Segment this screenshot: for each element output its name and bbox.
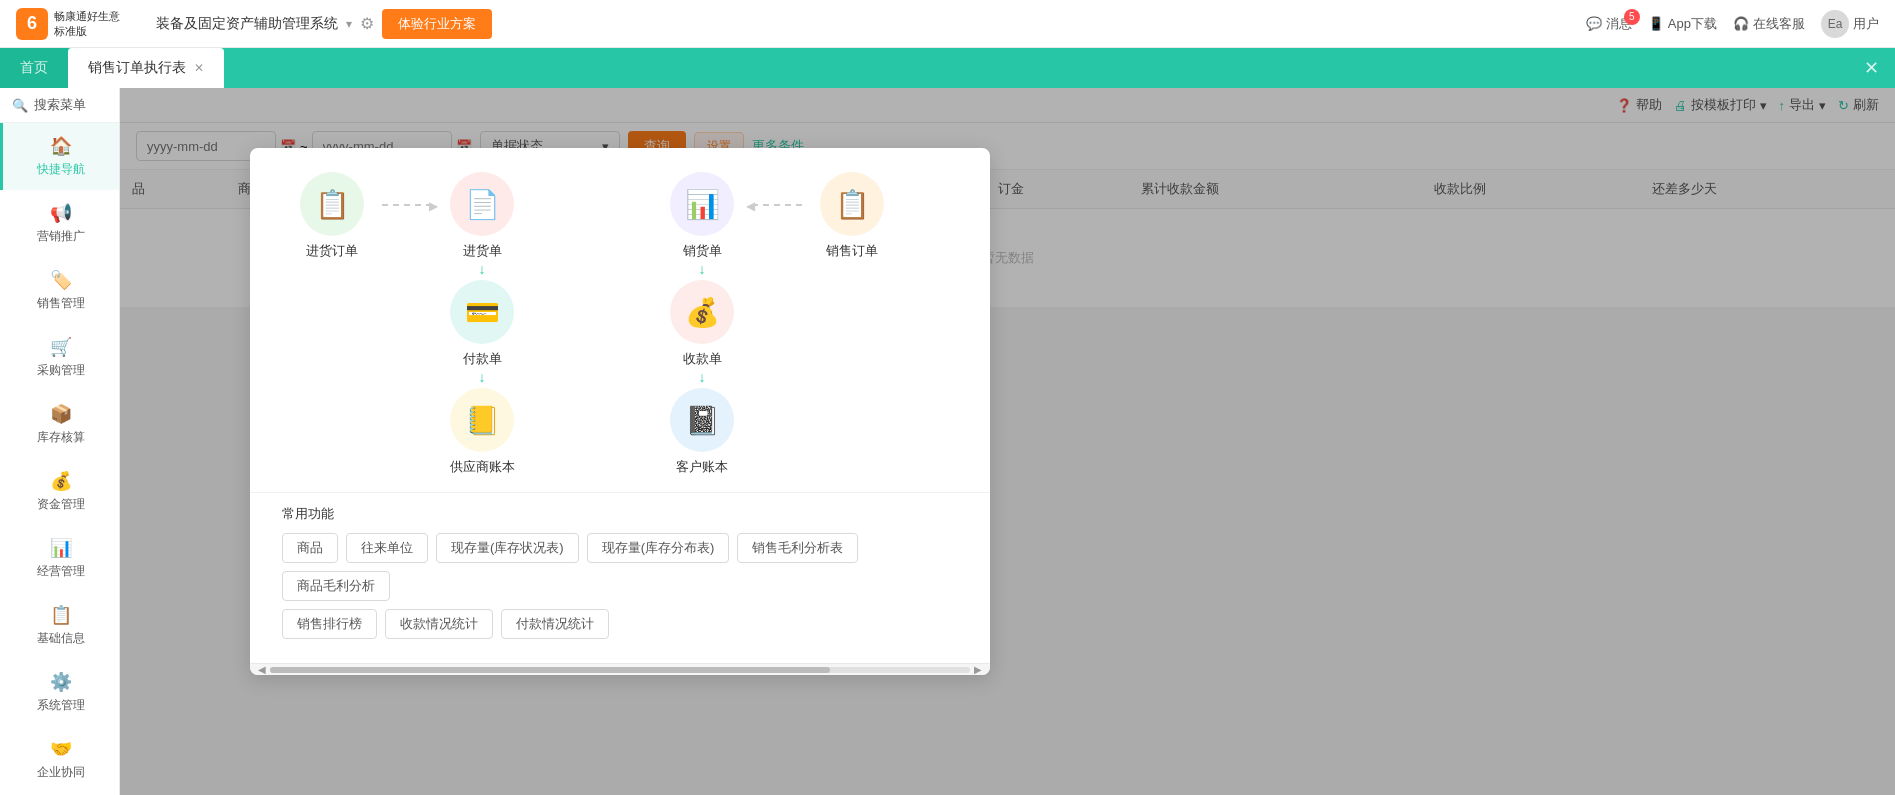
system-title-area: 装备及固定资产辅助管理系统 ▾ ⚙ 体验行业方案 xyxy=(156,9,1586,39)
flow-node-customer-ledger[interactable]: 📓 客户账本 xyxy=(652,388,752,476)
flow-node-purchase-order[interactable]: 📋 进货订单 xyxy=(282,172,382,260)
headset-icon: 🎧 xyxy=(1733,16,1749,31)
sidebar-item-sales[interactable]: 🏷️ 销售管理 xyxy=(0,257,119,324)
receipt-bill-icon: 💰 xyxy=(670,280,734,344)
inventory-icon: 📦 xyxy=(50,403,72,425)
flow-node-purchase-bill[interactable]: 📄 进货单 xyxy=(432,172,532,260)
system-icon: ⚙️ xyxy=(50,671,72,693)
func-buttons-row1: 商品 往来单位 现存量(库存状况表) 现存量(库存分布表) 销售毛利分析表 商品… xyxy=(282,533,958,601)
popup-card: 📋 进货订单 ▶ 📄 进货单 xyxy=(250,148,990,675)
payment-bill-icon: 💳 xyxy=(450,280,514,344)
sidebar-item-system[interactable]: ⚙️ 系统管理 xyxy=(0,659,119,726)
flow-section: 📋 进货订单 ▶ 📄 进货单 xyxy=(250,148,990,492)
sidebar: 🔍 搜索菜单 🏠 快捷导航 📢 营销推广 🏷️ 销售管理 🛒 采购管理 📦 库存… xyxy=(0,88,120,795)
scrollbar-thumb xyxy=(270,667,830,673)
finance-icon: 💰 xyxy=(50,470,72,492)
logo-text: 畅康通好生意 标准版 xyxy=(54,9,120,38)
common-functions-section: 常用功能 商品 往来单位 现存量(库存状况表) 现存量(库存分布表) 销售毛利分… xyxy=(250,492,990,663)
message-badge: 5 xyxy=(1624,9,1640,25)
func-btn-sales-ranking[interactable]: 销售排行榜 xyxy=(282,609,377,639)
tab-bar: 首页 销售订单执行表 ✕ ✕ xyxy=(0,48,1895,88)
supplier-ledger-icon: 📒 xyxy=(450,388,514,452)
main-layout: 🔍 搜索菜单 🏠 快捷导航 📢 营销推广 🏷️ 销售管理 🛒 采购管理 📦 库存… xyxy=(0,88,1895,795)
purchase-bill-icon: 📄 xyxy=(450,172,514,236)
flow-node-sales-order[interactable]: 📋 销售订单 xyxy=(802,172,902,260)
func-btn-counterparty[interactable]: 往来单位 xyxy=(346,533,428,563)
flow-node-supplier-ledger[interactable]: 📒 供应商账本 xyxy=(432,388,532,476)
system-title-text: 装备及固定资产辅助管理系统 xyxy=(156,15,338,33)
sidebar-item-enterprise[interactable]: 🤝 企业协同 xyxy=(0,726,119,793)
sidebar-item-marketing[interactable]: 📢 营销推广 xyxy=(0,190,119,257)
func-buttons-row2: 销售排行榜 收款情况统计 付款情况统计 xyxy=(282,609,958,639)
operations-icon: 📊 xyxy=(50,537,72,559)
sales-bill-icon: 📊 xyxy=(670,172,734,236)
func-btn-receipt-stats[interactable]: 收款情况统计 xyxy=(385,609,493,639)
experience-button[interactable]: 体验行业方案 xyxy=(382,9,492,39)
sales-order-icon: 📋 xyxy=(820,172,884,236)
customer-ledger-icon: 📓 xyxy=(670,388,734,452)
arrow-purchase-to-payment: ↓ xyxy=(479,262,486,276)
func-btn-inventory-status[interactable]: 现存量(库存状况表) xyxy=(436,533,579,563)
func-btn-goods[interactable]: 商品 xyxy=(282,533,338,563)
system-settings-icon[interactable]: ⚙ xyxy=(360,14,374,33)
message-button[interactable]: 💬 消息 5 xyxy=(1586,15,1632,33)
marketing-icon: 📢 xyxy=(50,202,72,224)
sidebar-item-operations[interactable]: 📊 经营管理 xyxy=(0,525,119,592)
purchase-order-icon: 📋 xyxy=(300,172,364,236)
basic-info-icon: 📋 xyxy=(50,604,72,626)
purchase-icon: 🛒 xyxy=(50,336,72,358)
content-area: ❓ 帮助 🖨 按模板打印 ▾ ↑ 导出 ▾ ↻ 刷新 📅 xyxy=(120,88,1895,795)
sales-icon: 🏷️ xyxy=(50,269,72,291)
tab-sales-order[interactable]: 销售订单执行表 ✕ xyxy=(68,48,224,88)
header-right: 💬 消息 5 📱 App下载 🎧 在线客服 Ea 用户 xyxy=(1586,10,1879,38)
func-btn-payment-stats[interactable]: 付款情况统计 xyxy=(501,609,609,639)
system-dropdown-arrow[interactable]: ▾ xyxy=(346,17,352,31)
func-btn-inventory-dist[interactable]: 现存量(库存分布表) xyxy=(587,533,730,563)
tab-home[interactable]: 首页 xyxy=(0,48,68,88)
logo-icon: 6 xyxy=(16,8,48,40)
user-menu[interactable]: Ea 用户 xyxy=(1821,10,1879,38)
func-btn-goods-profit[interactable]: 商品毛利分析 xyxy=(282,571,390,601)
arrow-receipt-to-customer: ↓ xyxy=(699,370,706,384)
enterprise-icon: 🤝 xyxy=(50,738,72,760)
flow-node-payment-bill[interactable]: 💳 付款单 xyxy=(432,280,532,368)
app-download-button[interactable]: 📱 App下载 xyxy=(1648,15,1717,33)
sidebar-item-basic-info[interactable]: 📋 基础信息 xyxy=(0,592,119,659)
top-header: 6 畅康通好生意 标准版 装备及固定资产辅助管理系统 ▾ ⚙ 体验行业方案 💬 … xyxy=(0,0,1895,48)
logo-area: 6 畅康通好生意 标准版 xyxy=(16,8,136,40)
search-menu-item[interactable]: 🔍 搜索菜单 xyxy=(0,88,119,123)
phone-icon: 📱 xyxy=(1648,16,1664,31)
arrow-payment-to-supplier: ↓ xyxy=(479,370,486,384)
func-btn-sales-profit[interactable]: 销售毛利分析表 xyxy=(737,533,858,563)
sidebar-item-purchase[interactable]: 🛒 采购管理 xyxy=(0,324,119,391)
flow-node-receipt-bill[interactable]: 💰 收款单 xyxy=(652,280,752,368)
quick-nav-icon: 🏠 xyxy=(50,135,72,157)
sidebar-item-quick-nav[interactable]: 🏠 快捷导航 xyxy=(0,123,119,190)
arrow-sales-bill-to-receipt: ↓ xyxy=(699,262,706,276)
avatar: Ea xyxy=(1821,10,1849,38)
tab-close-icon[interactable]: ✕ xyxy=(194,61,204,75)
scroll-right-arrow[interactable]: ▶ xyxy=(974,664,982,675)
common-functions-title: 常用功能 xyxy=(282,505,958,523)
popup-scrollbar: ◀ ▶ xyxy=(250,663,990,675)
message-icon: 💬 xyxy=(1586,16,1602,31)
close-all-tabs-button[interactable]: ✕ xyxy=(1864,57,1879,79)
scrollbar-track[interactable] xyxy=(270,667,970,673)
sidebar-item-finance[interactable]: 💰 资金管理 xyxy=(0,458,119,525)
online-service-button[interactable]: 🎧 在线客服 xyxy=(1733,15,1805,33)
scroll-left-arrow[interactable]: ◀ xyxy=(258,664,266,675)
sidebar-item-inventory[interactable]: 📦 库存核算 xyxy=(0,391,119,458)
flow-node-sales-bill[interactable]: 📊 销货单 xyxy=(652,172,752,260)
search-icon: 🔍 xyxy=(12,98,28,113)
